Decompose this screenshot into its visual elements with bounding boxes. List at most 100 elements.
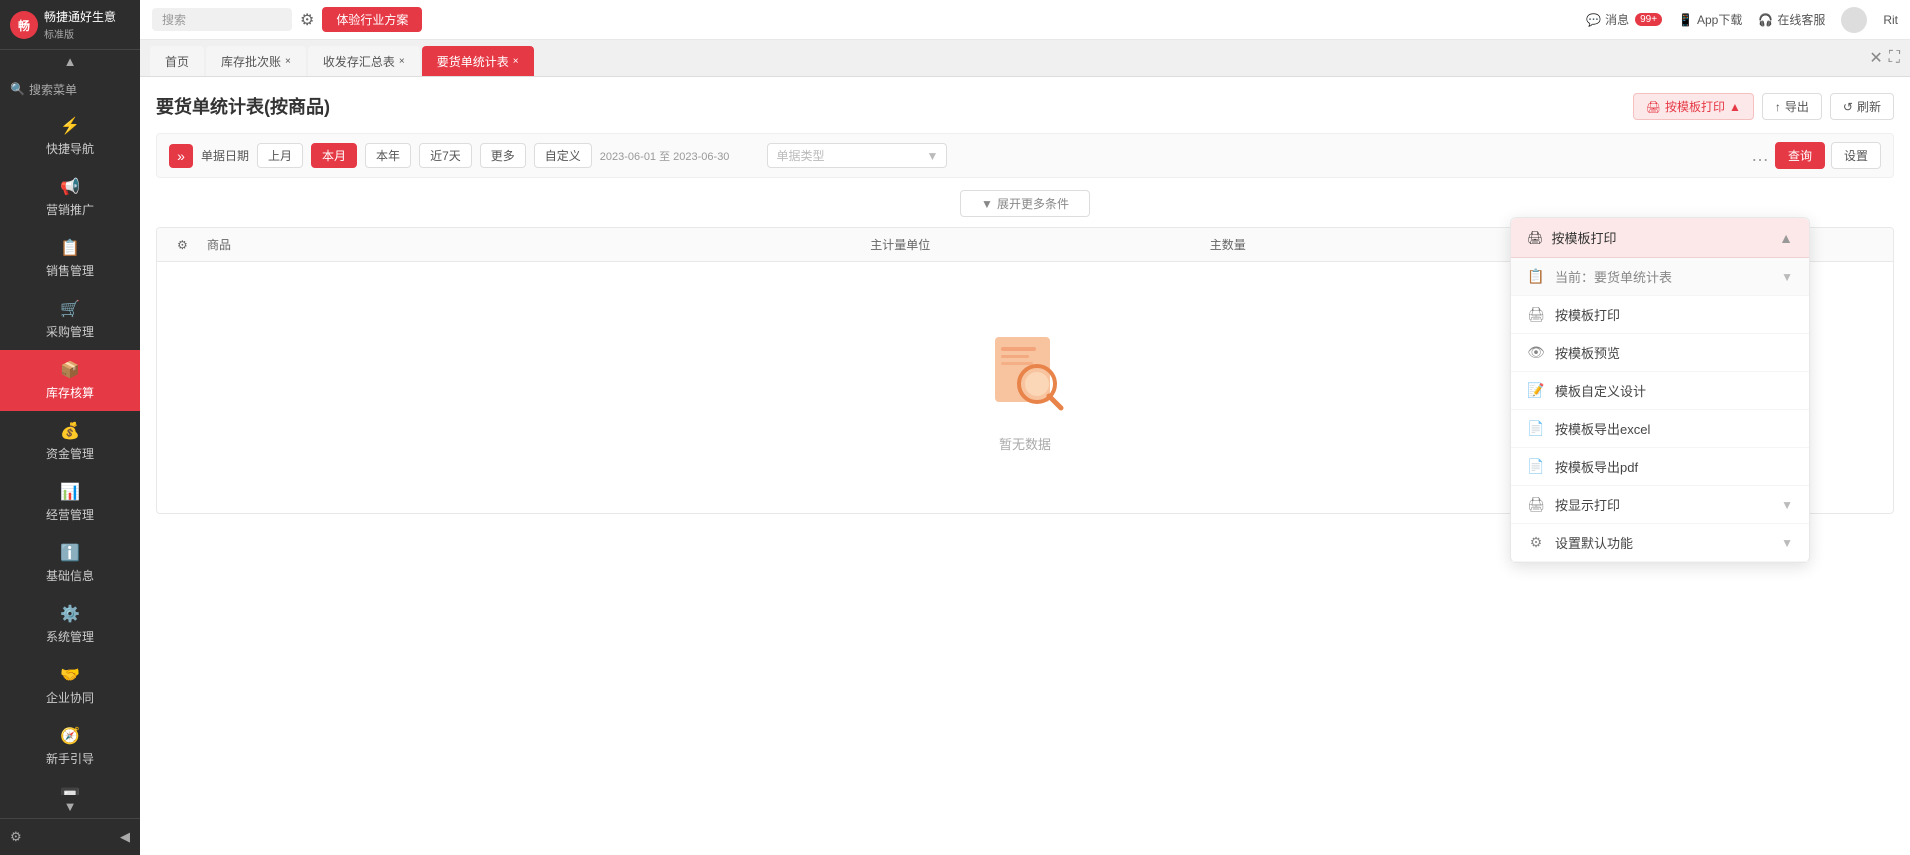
sidebar-item-inventory[interactable]: 📦 库存核算: [0, 350, 140, 411]
date-last-month[interactable]: 上月: [257, 143, 303, 168]
sidebar-search[interactable]: 🔍 搜索菜单: [0, 73, 140, 106]
template-export-excel-item[interactable]: 📄 按模板导出excel: [1511, 410, 1809, 448]
more-options-icon[interactable]: …: [1751, 145, 1769, 166]
tab-receivable-summary[interactable]: 收发存汇总表 ×: [308, 46, 420, 76]
sidebar-item-label: 采购管理: [46, 323, 94, 340]
print-dropdown-popup: 🖨 按模板打印 ▲ 📋 当前：要货单统计表 ▼ 🖨 按模板打印 👁 按模板预览: [1510, 217, 1810, 563]
date-this-month[interactable]: 本月: [311, 143, 357, 168]
sidebar-scroll-up[interactable]: ▲: [0, 50, 140, 73]
query-button[interactable]: 查询: [1775, 142, 1825, 169]
main-content: 搜索 ⚙ 体验行业方案 💬 消息 99+ 📱 App下载 🎧 在线客服 Rit: [140, 0, 1910, 855]
page-area: 要货单统计表(按商品) 🖨 按模板打印 ▲ ↑ 导出 ↺ 刷新 » 单据日期 上…: [140, 77, 1910, 855]
template-print-icon: 🖨: [1527, 306, 1545, 323]
display-print-label: 按显示打印: [1555, 495, 1620, 514]
set-default-arrow-icon: ▼: [1781, 536, 1793, 550]
template-excel-label: 按模板导出excel: [1555, 419, 1650, 438]
tab-bar: 首页 库存批次账 × 收发存汇总表 × 要货单统计表 ×: [140, 40, 1869, 76]
sidebar-item-label: 系统管理: [46, 628, 94, 645]
expand-label: 展开更多条件: [997, 195, 1069, 212]
sidebar-nav: ⚡ 快捷导航 📢 营销推广 📋 销售管理 🛒 采购管理 📦 库存核算 💰 资金管…: [0, 106, 140, 795]
sidebar-item-label: 企业协同: [46, 689, 94, 706]
user-avatar[interactable]: [1841, 7, 1867, 33]
tab-home[interactable]: 首页: [150, 46, 204, 76]
topbar-online-support[interactable]: 🎧 在线客服: [1758, 11, 1825, 28]
sidebar-item-operations[interactable]: 📊 经营管理: [0, 472, 140, 533]
current-template-arrow-icon: ▼: [1781, 270, 1793, 284]
sidebar-item-apps[interactable]: 🔲 应用中心: [0, 777, 140, 795]
topbar-search-box[interactable]: 搜索: [152, 8, 292, 31]
date-7days[interactable]: 近7天: [419, 143, 472, 168]
refresh-button[interactable]: ↺ 刷新: [1830, 93, 1894, 120]
tab-close-icon[interactable]: ×: [285, 56, 291, 67]
col-settings[interactable]: ⚙: [169, 238, 199, 252]
date-more[interactable]: 更多: [480, 143, 526, 168]
topbar-app-download[interactable]: 📱 App下载: [1678, 11, 1742, 28]
sidebar-item-marketing[interactable]: 📢 营销推广: [0, 167, 140, 228]
tab-close-all-icon[interactable]: ✕: [1869, 48, 1882, 68]
topbar-messages[interactable]: 💬 消息 99+: [1586, 11, 1662, 28]
sidebar-item-shortcut[interactable]: ⚡ 快捷导航: [0, 106, 140, 167]
template-print-item[interactable]: 🖨 按模板打印: [1511, 296, 1809, 334]
trial-button[interactable]: 体验行业方案: [322, 7, 422, 32]
username-label: Rit: [1883, 13, 1898, 27]
sidebar-item-finance[interactable]: 💰 资金管理: [0, 411, 140, 472]
date-custom[interactable]: 自定义: [534, 143, 592, 168]
sidebar-collapse-icon[interactable]: ◀: [120, 829, 130, 845]
dropdown-close-button[interactable]: ▲: [1779, 230, 1793, 246]
sidebar-item-basics[interactable]: ℹ️ 基础信息: [0, 533, 140, 594]
sidebar-item-guide[interactable]: 🧭 新手引导: [0, 716, 140, 777]
template-preview-label: 按模板预览: [1555, 343, 1620, 362]
tab-requisition-stats[interactable]: 要货单统计表 ×: [422, 46, 534, 76]
template-custom-design-item[interactable]: 📝 模板自定义设计: [1511, 372, 1809, 410]
set-default-item[interactable]: ⚙ 设置默认功能 ▼: [1511, 524, 1809, 562]
system-icon: ⚙️: [60, 604, 80, 624]
filter-expand-btn[interactable]: »: [169, 144, 193, 168]
filter-bar: » 单据日期 上月 本月 本年 近7天 更多 自定义 2023-06-01 至 …: [156, 133, 1894, 178]
empty-illustration: [975, 322, 1075, 422]
support-label: 在线客服: [1777, 11, 1825, 28]
template-preview-icon: 👁: [1527, 344, 1545, 361]
topbar-right: 💬 消息 99+ 📱 App下载 🎧 在线客服 Rit: [1586, 7, 1898, 33]
print-icon: 🖨: [1646, 100, 1661, 114]
date-this-year[interactable]: 本年: [365, 143, 411, 168]
current-template-icon: 📋: [1527, 268, 1545, 285]
refresh-label: 刷新: [1857, 98, 1881, 115]
tab-inventory-batch[interactable]: 库存批次账 ×: [206, 46, 306, 76]
guide-icon: 🧭: [60, 726, 80, 746]
sidebar-logo-texts: 畅捷通好生意 标准版: [44, 10, 116, 41]
current-template-item[interactable]: 📋 当前：要货单统计表 ▼: [1511, 258, 1809, 296]
template-preview-item[interactable]: 👁 按模板预览: [1511, 334, 1809, 372]
expand-icon: ▼: [981, 197, 993, 211]
export-button[interactable]: ↑ 导出: [1762, 93, 1822, 120]
sidebar-item-purchase[interactable]: 🛒 采购管理: [0, 289, 140, 350]
sidebar-settings-icon[interactable]: ⚙: [10, 829, 22, 845]
page-toolbar: 🖨 按模板打印 ▲ ↑ 导出 ↺ 刷新: [1633, 93, 1894, 120]
refresh-icon: ↺: [1843, 100, 1853, 114]
topbar-settings-icon[interactable]: ⚙: [300, 10, 314, 30]
sidebar-scroll-down[interactable]: ▼: [0, 795, 140, 818]
set-default-label: 设置默认功能: [1555, 533, 1633, 552]
tab-close-icon[interactable]: ×: [513, 56, 519, 67]
apps-icon: 🔲: [60, 787, 80, 795]
tab-close-icon[interactable]: ×: [399, 56, 405, 67]
download-icon: 📱: [1678, 13, 1693, 27]
print-template-button[interactable]: 🖨 按模板打印 ▲: [1633, 93, 1754, 120]
sidebar-item-label: 快捷导航: [46, 140, 94, 157]
template-export-pdf-item[interactable]: 📄 按模板导出pdf: [1511, 448, 1809, 486]
template-pdf-label: 按模板导出pdf: [1555, 457, 1638, 476]
sidebar: 畅 畅捷通好生意 标准版 ▲ 🔍 搜索菜单 ⚡ 快捷导航 📢 营销推广 📋 销售…: [0, 0, 140, 855]
sales-icon: 📋: [60, 238, 80, 258]
col-product: 商品: [199, 236, 862, 253]
sidebar-item-collab[interactable]: 🤝 企业协同: [0, 655, 140, 716]
set-default-icon: ⚙: [1527, 534, 1545, 551]
operations-icon: 📊: [60, 482, 80, 502]
template-excel-icon: 📄: [1527, 420, 1545, 437]
sidebar-item-label: 营销推广: [46, 201, 94, 218]
display-print-item[interactable]: 🖨 按显示打印 ▼: [1511, 486, 1809, 524]
sidebar-item-sales[interactable]: 📋 销售管理: [0, 228, 140, 289]
sidebar-item-system[interactable]: ⚙️ 系统管理: [0, 594, 140, 655]
expand-more-button[interactable]: ▼ 展开更多条件: [960, 190, 1090, 217]
tab-maximize-icon[interactable]: ⛶: [1889, 49, 1900, 67]
settings-button[interactable]: 设置: [1831, 142, 1881, 169]
doc-type-select[interactable]: 单据类型 ▼: [767, 143, 947, 168]
